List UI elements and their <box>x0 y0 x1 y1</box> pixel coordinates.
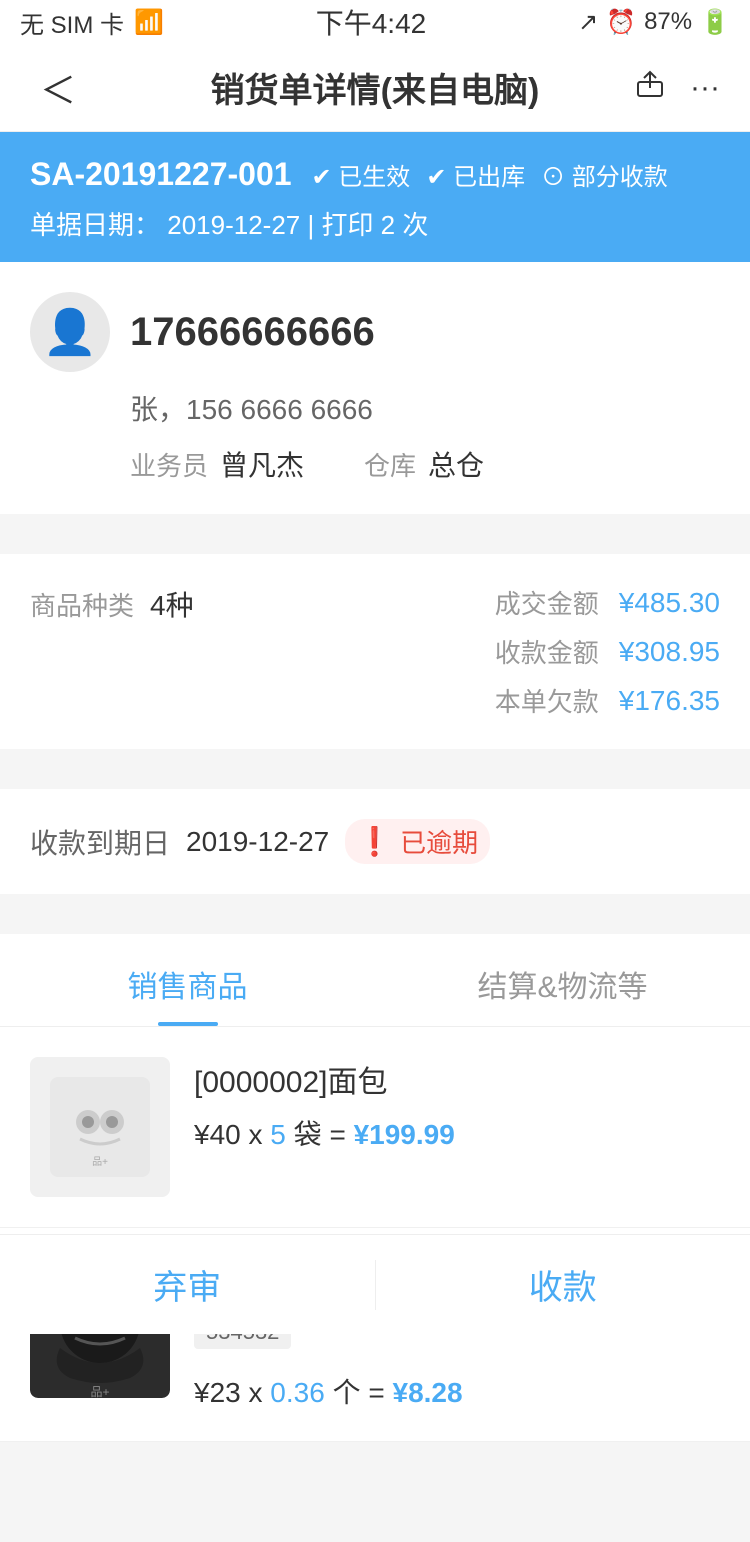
alarm-icon: ⏰ <box>606 8 636 37</box>
product-unit-1: 袋 <box>294 1119 322 1150</box>
page-title: 销货单详情(来自电脑) <box>211 63 540 112</box>
product-type-label: 商品种类 <box>30 586 134 623</box>
received-amount-value: ¥308.95 <box>619 636 720 668</box>
tab-settlement-logistics-label: 结算&物流等 <box>477 971 647 1004</box>
warehouse-label: 仓库 <box>364 446 416 483</box>
salesperson-item: 业务员 曾凡杰 <box>130 444 304 484</box>
debt-amount-value: ¥176.35 <box>619 685 720 717</box>
product-unit-2: 个 <box>333 1377 361 1408</box>
received-amount-label: 收款金额 <box>495 633 599 670</box>
debt-amount-label: 本单欠款 <box>495 682 599 719</box>
product-price-1: ¥40 <box>194 1119 241 1150</box>
product-info-1: [0000002]面包 ¥40 x 5 袋 = ¥199.99 <box>194 1057 720 1153</box>
order-id-row: SA-20191227-001 ✔ 已生效 ✔ 已出库 ⊙ 部分收款 <box>30 156 720 193</box>
customer-avatar: 👤 <box>30 292 110 372</box>
product-qty-1: 5 <box>270 1119 286 1150</box>
tab-sales-products[interactable]: 销售商品 <box>0 934 375 1026</box>
badge-activated: ✔ 已生效 <box>312 157 411 192</box>
product-total-2: ¥8.28 <box>393 1377 463 1408</box>
received-amount-row: 收款金额 ¥308.95 <box>495 633 720 670</box>
deal-amount-row: 成交金额 ¥485.30 <box>495 584 720 621</box>
deal-amount-label: 成交金额 <box>495 584 599 621</box>
product-qty-2: 0.36 <box>270 1377 325 1408</box>
product-total-1: ¥199.99 <box>354 1119 455 1150</box>
status-left: 无 SIM 卡 📶 <box>20 5 164 40</box>
product-placeholder-icon-1: 品+ <box>50 1077 150 1177</box>
wifi-icon: 📶 <box>134 8 164 37</box>
more-icon[interactable]: ··· <box>690 71 720 105</box>
back-button[interactable]: ＜ <box>30 52 86 124</box>
customer-meta: 业务员 曾凡杰 仓库 总仓 <box>30 444 720 484</box>
product-price-row-2: ¥23 x 0.36 个 = ¥8.28 <box>194 1371 720 1411</box>
tab-sales-products-label: 销售商品 <box>128 971 248 1004</box>
product-type-value: 4种 <box>150 584 194 624</box>
product-multiply-1: x <box>249 1119 271 1150</box>
separator-1 <box>0 534 750 554</box>
badge-shipped: ✔ 已出库 <box>426 157 525 192</box>
debt-amount-row: 本单欠款 ¥176.35 <box>495 682 720 719</box>
battery-icon: 🔋 <box>700 8 730 37</box>
product-equals-1: = <box>329 1119 353 1150</box>
product-type-item: 商品种类 4种 <box>30 584 194 624</box>
cancel-review-button[interactable]: 弃审 <box>0 1240 375 1329</box>
product-item-1: 品+ [0000002]面包 ¥40 x 5 袋 = ¥199.99 <box>0 1027 750 1228</box>
status-time: 下午4:42 <box>316 2 427 42</box>
order-header-banner: SA-20191227-001 ✔ 已生效 ✔ 已出库 ⊙ 部分收款 单据日期：… <box>0 132 750 262</box>
product-price-2: ¥23 <box>194 1377 241 1408</box>
print-info: | 打印 2 次 <box>307 210 428 240</box>
svg-text:品+: 品+ <box>90 1385 109 1398</box>
separator-2 <box>0 769 750 789</box>
status-badges: ✔ 已生效 ✔ 已出库 ⊙ 部分收款 <box>312 157 668 192</box>
battery-text: 87% <box>644 8 692 36</box>
product-multiply-2: x <box>249 1377 271 1408</box>
order-id: SA-20191227-001 <box>30 156 292 193</box>
status-bar: 无 SIM 卡 📶 下午4:42 ↗ ⏰ 87% 🔋 <box>0 0 750 44</box>
overdue-badge: ❗ 已逾期 <box>345 819 490 864</box>
bottom-bar: 弃审 收款 <box>0 1234 750 1334</box>
due-date-label: 收款到期日 <box>30 822 170 862</box>
nav-bar: ＜ 销货单详情(来自电脑) ··· <box>0 44 750 132</box>
status-right: ↗ ⏰ 87% 🔋 <box>578 8 730 37</box>
summary-left: 商品种类 4种 <box>30 584 194 624</box>
salesperson-value: 曾凡杰 <box>220 444 304 484</box>
separator-3 <box>0 914 750 934</box>
warehouse-value: 总仓 <box>428 444 484 484</box>
date-label: 单据日期： <box>30 210 160 240</box>
overdue-text: 已逾期 <box>400 823 478 860</box>
badge-partial-payment: ⊙ 部分收款 <box>541 157 668 192</box>
overdue-icon: ❗ <box>357 825 392 858</box>
avatar-icon: 👤 <box>43 306 98 358</box>
customer-section: 👤 17666666666 张，156 6666 6666 业务员 曾凡杰 仓库… <box>0 262 750 514</box>
tabs-section: 销售商品 结算&物流等 <box>0 934 750 1027</box>
due-date-section: 收款到期日 2019-12-27 ❗ 已逾期 <box>0 789 750 894</box>
customer-phone: 17666666666 <box>130 310 375 355</box>
share-icon[interactable] <box>634 68 666 108</box>
svg-text:品+: 品+ <box>92 1156 108 1168</box>
order-date: 2019-12-27 <box>167 210 300 240</box>
product-price-row-1: ¥40 x 5 袋 = ¥199.99 <box>194 1113 720 1153</box>
tab-settlement-logistics[interactable]: 结算&物流等 <box>375 934 750 1026</box>
order-date-row: 单据日期： 2019-12-27 | 打印 2 次 <box>30 205 720 242</box>
carrier-text: 无 SIM 卡 <box>20 5 124 40</box>
summary-right: 成交金额 ¥485.30 收款金额 ¥308.95 本单欠款 ¥176.35 <box>495 584 720 719</box>
collect-payment-button[interactable]: 收款 <box>376 1240 750 1329</box>
summary-section: 商品种类 4种 成交金额 ¥485.30 收款金额 ¥308.95 本单欠款 ¥… <box>0 554 750 749</box>
product-name-1: [0000002]面包 <box>194 1057 720 1101</box>
deal-amount-value: ¥485.30 <box>619 587 720 619</box>
product-image-1: 品+ <box>30 1057 170 1197</box>
customer-phone-row: 👤 17666666666 <box>30 292 720 372</box>
due-date-value: 2019-12-27 <box>186 826 329 858</box>
product-equals-2: = <box>368 1377 392 1408</box>
location-icon: ↗ <box>578 8 598 37</box>
customer-name: 张，156 6666 6666 <box>30 388 720 428</box>
nav-actions: ··· <box>634 68 720 108</box>
warehouse-item: 仓库 总仓 <box>364 444 484 484</box>
salesperson-label: 业务员 <box>130 446 208 483</box>
